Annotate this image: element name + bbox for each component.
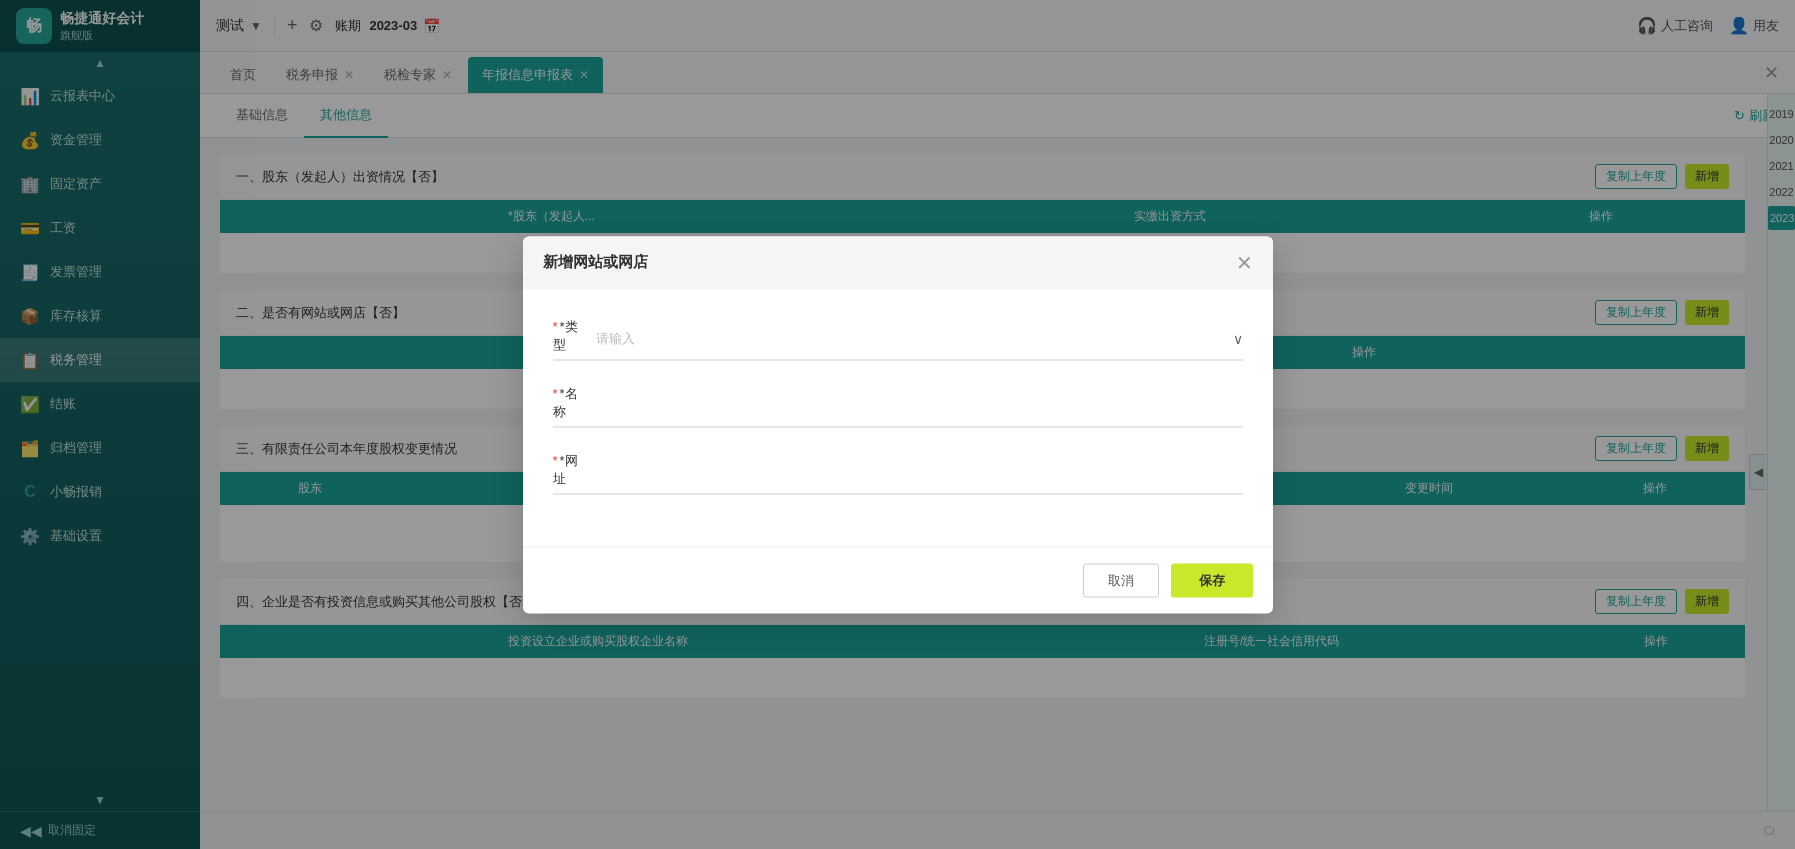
dropdown-arrow-icon[interactable]: ∨ <box>1233 330 1243 346</box>
type-label: **类型 <box>553 317 589 353</box>
dialog-header: 新增网站或网店 ✕ <box>523 236 1273 289</box>
name-input[interactable] <box>589 392 1243 419</box>
dialog-footer: 取消 保存 <box>523 546 1273 613</box>
name-label: **名称 <box>553 384 589 420</box>
form-row-type: **类型 ∨ <box>553 317 1243 360</box>
dialog-close-icon[interactable]: ✕ <box>1236 252 1253 272</box>
name-input-wrap: **名称 <box>553 384 1243 427</box>
form-row-name: **名称 <box>553 384 1243 427</box>
url-input[interactable] <box>589 459 1243 486</box>
cancel-button[interactable]: 取消 <box>1083 563 1159 597</box>
url-input-wrap: **网址 <box>553 451 1243 494</box>
dialog-title: 新增网站或网店 <box>543 253 648 272</box>
name-required-mark: * <box>553 385 558 400</box>
dialog-add-website: 新增网站或网店 ✕ **类型 ∨ **名称 <box>523 236 1273 613</box>
form-row-url: **网址 <box>553 451 1243 494</box>
dialog-body: **类型 ∨ **名称 **网址 <box>523 289 1273 546</box>
type-input-wrap: **类型 ∨ <box>553 317 1243 360</box>
url-label: **网址 <box>553 451 589 487</box>
save-button[interactable]: 保存 <box>1171 563 1253 597</box>
type-input[interactable] <box>588 325 1232 352</box>
type-required-mark: * <box>553 318 558 333</box>
url-required-mark: * <box>553 452 558 467</box>
